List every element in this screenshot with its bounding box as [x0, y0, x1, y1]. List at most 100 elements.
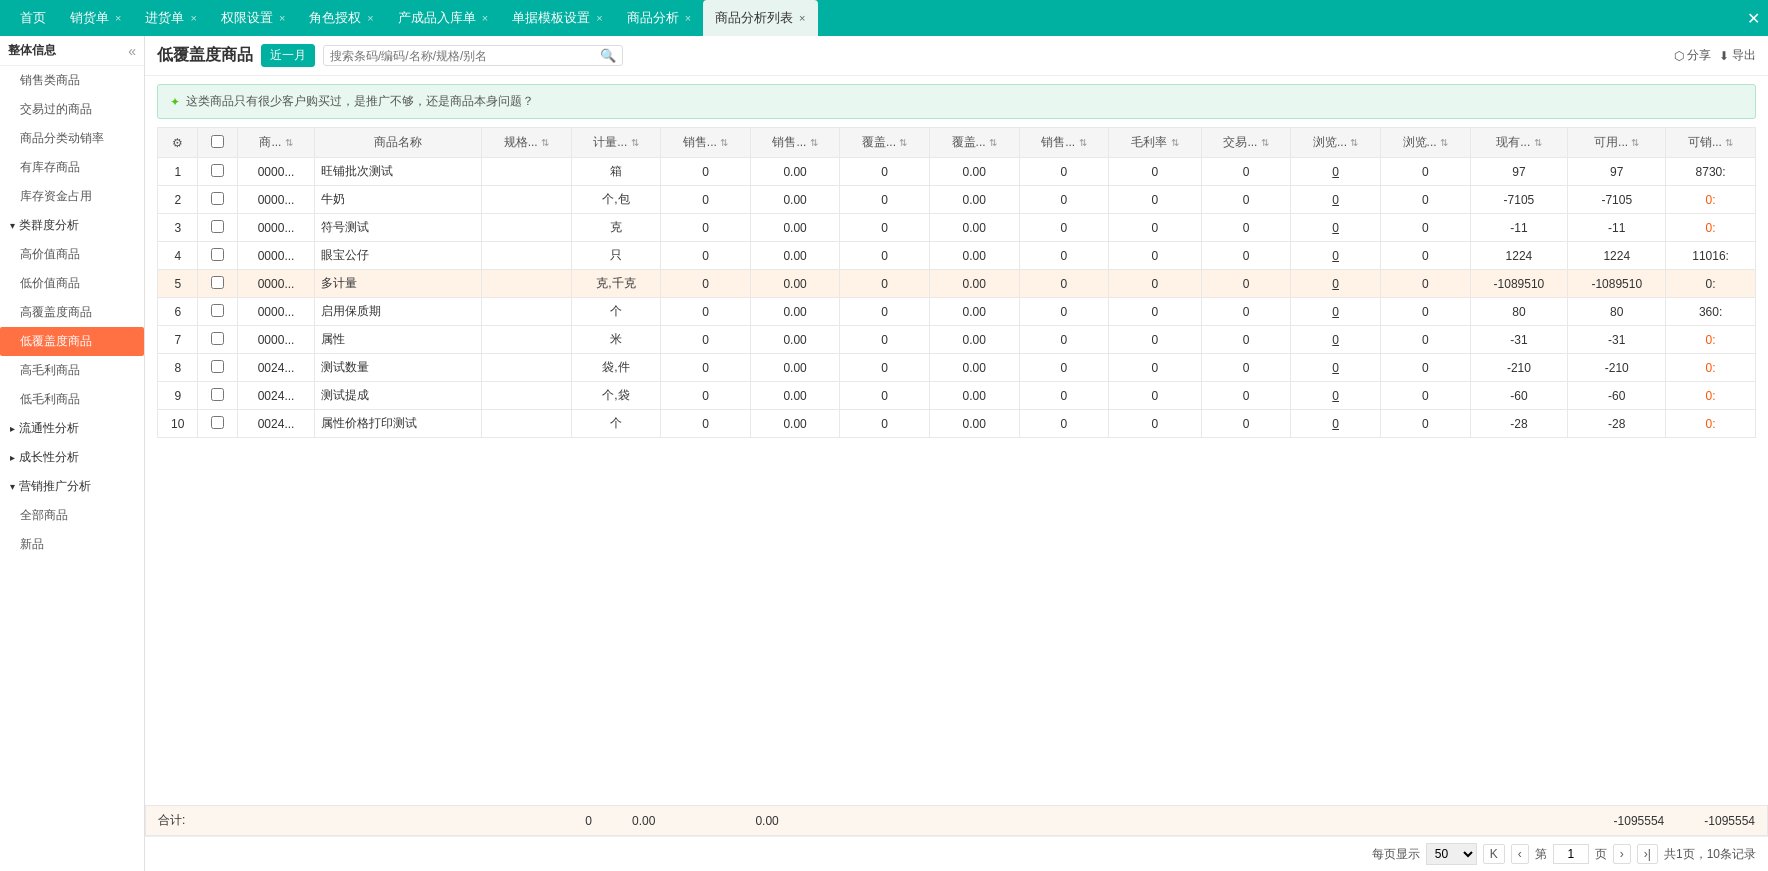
export-button[interactable]: ⬇ 导出 [1719, 47, 1756, 64]
nav-roles[interactable]: 角色授权 × [297, 0, 385, 36]
nav-purchase-order[interactable]: 进货单 × [133, 0, 208, 36]
cell-checkbox[interactable] [198, 270, 238, 298]
cell-checkbox[interactable] [198, 242, 238, 270]
cell-browse1[interactable]: 0 [1291, 354, 1381, 382]
cell-checkbox[interactable] [198, 326, 238, 354]
prev-page-btn[interactable]: ‹ [1511, 844, 1529, 864]
th-sale3[interactable]: 销售... ⇅ [1019, 128, 1109, 158]
row-checkbox[interactable] [211, 304, 224, 317]
sidebar-item-all-goods[interactable]: 全部商品 [0, 501, 144, 530]
close-sales-order[interactable]: × [115, 12, 121, 24]
last-page-btn[interactable]: ›| [1637, 844, 1658, 864]
th-unit[interactable]: 计量... ⇅ [571, 128, 661, 158]
sidebar-item-category-rate[interactable]: 商品分类动销率 [0, 124, 144, 153]
th-sale1[interactable]: 销售... ⇅ [661, 128, 751, 158]
row-checkbox[interactable] [211, 164, 224, 177]
cell-checkbox[interactable] [198, 382, 238, 410]
sidebar-item-high-gross[interactable]: 高毛利商品 [0, 356, 144, 385]
th-stock1[interactable]: 现有... ⇅ [1470, 128, 1568, 158]
th-stock2[interactable]: 可用... ⇅ [1568, 128, 1666, 158]
th-code[interactable]: 商... ⇅ [238, 128, 314, 158]
sidebar-item-sales-goods[interactable]: 销售类商品 [0, 66, 144, 95]
th-browse2[interactable]: 浏览... ⇅ [1380, 128, 1470, 158]
share-button[interactable]: ⬡ 分享 [1674, 47, 1711, 64]
sidebar-item-low-value[interactable]: 低价值商品 [0, 269, 144, 298]
date-filter-recent-month[interactable]: 近一月 [261, 44, 315, 67]
row-checkbox[interactable] [211, 332, 224, 345]
th-name[interactable]: 商品名称 [314, 128, 481, 158]
th-gross-rate[interactable]: 毛利率 ⇅ [1109, 128, 1202, 158]
th-cov1[interactable]: 覆盖... ⇅ [840, 128, 930, 158]
sidebar-group-marketing[interactable]: ▾ 营销推广分析 [0, 472, 144, 501]
th-saleable[interactable]: 可销... ⇅ [1666, 128, 1756, 158]
row-checkbox[interactable] [211, 276, 224, 289]
close-template-settings[interactable]: × [596, 12, 602, 24]
nav-permissions[interactable]: 权限设置 × [209, 0, 297, 36]
next-page-btn[interactable]: › [1613, 844, 1631, 864]
pagination: 每页显示 50 100 200 K ‹ 第 页 › ›| 共1页，10条记录 [145, 836, 1768, 871]
th-spec[interactable]: 规格... ⇅ [482, 128, 572, 158]
cell-browse1[interactable]: 0 [1291, 242, 1381, 270]
sidebar-group-growth[interactable]: ▸ 成长性分析 [0, 443, 144, 472]
table-container[interactable]: ⚙ 商... ⇅ 商品名称 规格... ⇅ 计量... ⇅ 销售... ⇅ 销售… [145, 127, 1768, 805]
sidebar-group-coverage[interactable]: ▾ 类群度分析 [0, 211, 144, 240]
sidebar-collapse-btn[interactable]: « [128, 43, 136, 59]
close-permissions[interactable]: × [279, 12, 285, 24]
nav-home[interactable]: 首页 [8, 0, 58, 36]
nav-template-settings[interactable]: 单据模板设置 × [500, 0, 614, 36]
th-settings[interactable]: ⚙ [158, 128, 198, 158]
cell-browse1[interactable]: 0 [1291, 382, 1381, 410]
cell-checkbox[interactable] [198, 298, 238, 326]
cell-checkbox[interactable] [198, 410, 238, 438]
cell-browse1[interactable]: 0 [1291, 214, 1381, 242]
row-checkbox[interactable] [211, 360, 224, 373]
row-checkbox[interactable] [211, 220, 224, 233]
nav-product-inbound[interactable]: 产成品入库单 × [386, 0, 500, 36]
row-checkbox[interactable] [211, 416, 224, 429]
nav-close-all[interactable]: ✕ [1747, 9, 1760, 28]
cell-checkbox[interactable] [198, 214, 238, 242]
close-roles[interactable]: × [367, 12, 373, 24]
cell-browse1[interactable]: 0 [1291, 186, 1381, 214]
cell-checkbox[interactable] [198, 186, 238, 214]
cell-browse1[interactable]: 0 [1291, 410, 1381, 438]
nav-product-analysis[interactable]: 商品分析 × [615, 0, 703, 36]
sidebar-item-high-value[interactable]: 高价值商品 [0, 240, 144, 269]
row-checkbox[interactable] [211, 248, 224, 261]
cell-saleable: 360: [1666, 298, 1756, 326]
cell-checkbox[interactable] [198, 354, 238, 382]
cell-browse1[interactable]: 0 [1291, 298, 1381, 326]
cell-checkbox[interactable] [198, 158, 238, 186]
cell-browse1[interactable]: 0 [1291, 158, 1381, 186]
cell-browse1[interactable]: 0 [1291, 270, 1381, 298]
per-page-select[interactable]: 50 100 200 [1426, 843, 1477, 865]
sidebar-item-new-goods[interactable]: 新品 [0, 530, 144, 559]
th-trade[interactable]: 交易... ⇅ [1201, 128, 1291, 158]
close-product-analysis[interactable]: × [685, 12, 691, 24]
search-icon[interactable]: 🔍 [600, 48, 616, 63]
page-number-input[interactable] [1553, 844, 1589, 864]
search-input[interactable] [330, 49, 600, 63]
select-all-checkbox[interactable] [211, 135, 224, 148]
row-checkbox[interactable] [211, 388, 224, 401]
close-product-analysis-list[interactable]: × [799, 12, 805, 24]
cell-browse1[interactable]: 0 [1291, 326, 1381, 354]
close-purchase-order[interactable]: × [190, 12, 196, 24]
th-browse1[interactable]: 浏览... ⇅ [1291, 128, 1381, 158]
th-cov2[interactable]: 覆盖... ⇅ [929, 128, 1019, 158]
sidebar-item-low-coverage[interactable]: 低覆盖度商品 [0, 327, 144, 356]
first-page-btn[interactable]: K [1483, 844, 1505, 864]
sidebar-item-traded-goods[interactable]: 交易过的商品 [0, 95, 144, 124]
sidebar-item-in-stock[interactable]: 有库存商品 [0, 153, 144, 182]
nav-product-analysis-list[interactable]: 商品分析列表 × [703, 0, 817, 36]
th-sale2[interactable]: 销售... ⇅ [750, 128, 840, 158]
row-checkbox[interactable] [211, 192, 224, 205]
sidebar-item-capital[interactable]: 库存资金占用 [0, 182, 144, 211]
nav-sales-order[interactable]: 销货单 × [58, 0, 133, 36]
cell-trade: 0 [1201, 242, 1291, 270]
sidebar-item-high-coverage[interactable]: 高覆盖度商品 [0, 298, 144, 327]
close-product-inbound[interactable]: × [482, 12, 488, 24]
sidebar-group-circulation[interactable]: ▸ 流通性分析 [0, 414, 144, 443]
cell-sale2: 0.00 [750, 186, 840, 214]
sidebar-item-low-gross[interactable]: 低毛利商品 [0, 385, 144, 414]
